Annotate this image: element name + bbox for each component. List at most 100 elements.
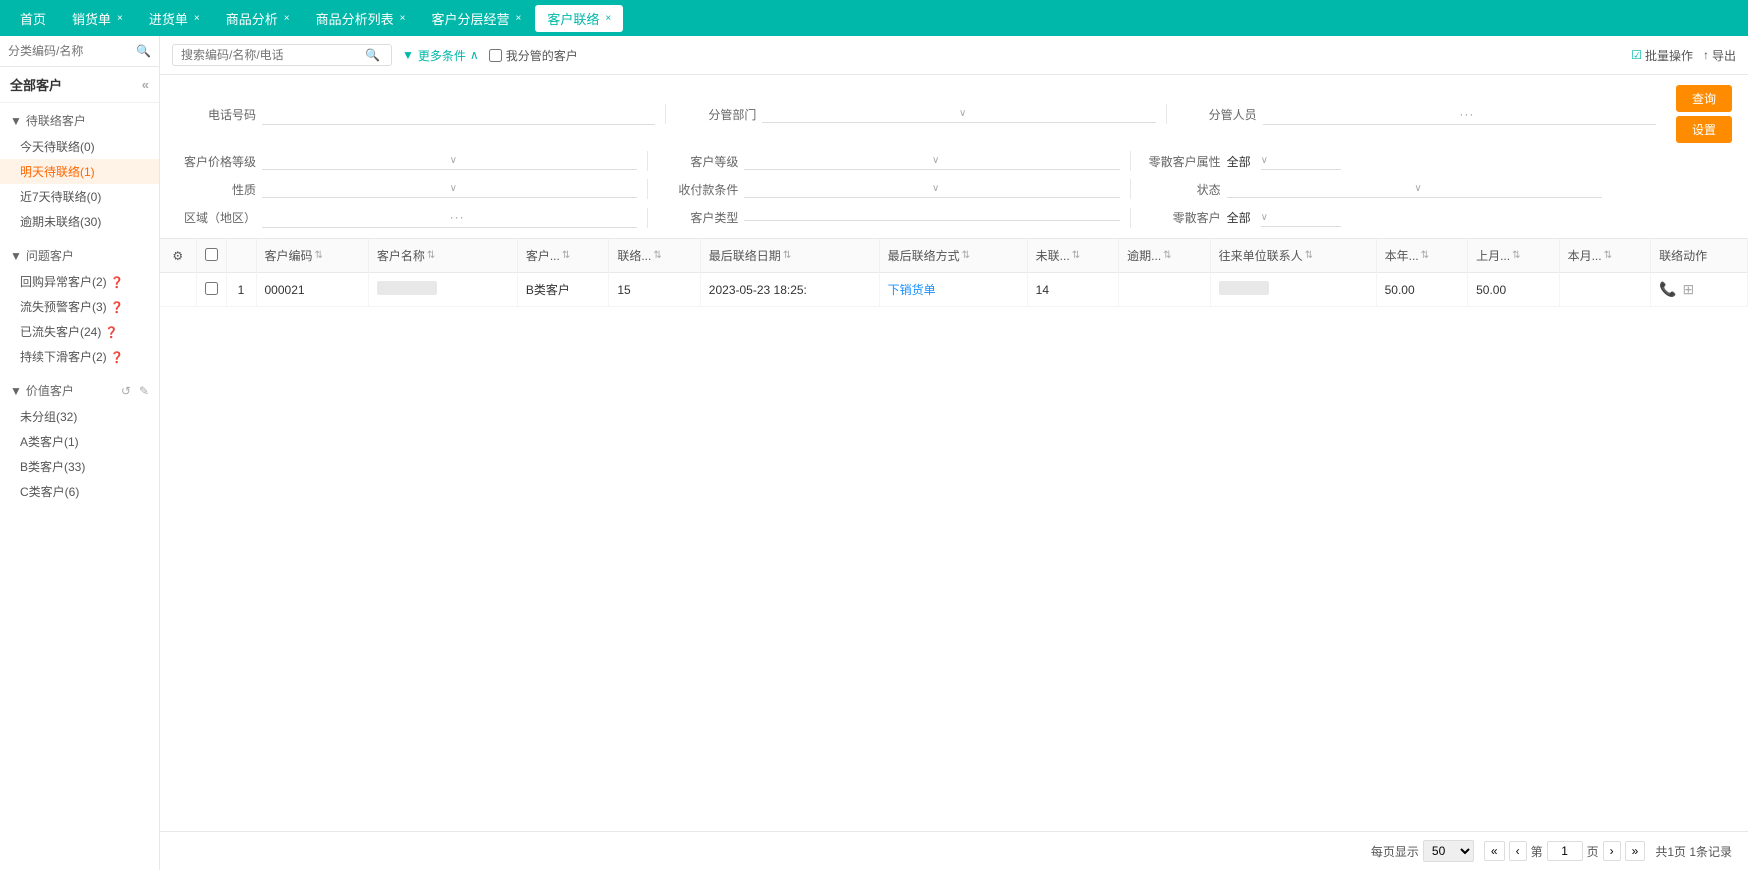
filter-payment-select[interactable]: ∨ xyxy=(744,180,1119,198)
nav-customer-contact[interactable]: 客户联络 × xyxy=(535,5,623,32)
value-refresh-icon[interactable]: ↺ xyxy=(121,384,131,398)
settings-icon[interactable]: ⚙ xyxy=(172,249,183,263)
contact-person-masked xyxy=(1219,281,1269,295)
sidebar-section-value-title[interactable]: ▼ 价值客户 ↺ ✎ xyxy=(0,377,159,404)
filter-retail-customer-value: 全部 xyxy=(1227,209,1251,226)
grid-icon[interactable]: ⊞ xyxy=(1683,281,1695,298)
filter-dept-label: 分管部门 xyxy=(676,106,756,123)
sidebar-item-overdue[interactable]: 逾期未联络(30) xyxy=(0,209,159,234)
cell-contact-person xyxy=(1210,273,1376,307)
col-ty-sort-icon: ⇅ xyxy=(1421,250,1429,261)
per-page-select[interactable]: 20 50 100 xyxy=(1423,840,1474,862)
page-input[interactable] xyxy=(1547,841,1583,861)
col-overdue[interactable]: 逾期... ⇅ xyxy=(1119,239,1210,273)
col-this-month[interactable]: 本月... ⇅ xyxy=(1559,239,1650,273)
filter-retail-attr-select[interactable]: ∨ xyxy=(1261,152,1341,170)
col-contact-person[interactable]: 往来单位联系人 ⇅ xyxy=(1210,239,1376,273)
cell-code: 000021 xyxy=(256,273,368,307)
nav-analysis-list-close[interactable]: × xyxy=(400,13,406,24)
prev-page-btn[interactable]: ‹ xyxy=(1509,841,1527,861)
export-btn[interactable]: ↑ 导出 xyxy=(1703,47,1736,64)
col-cp-sort-icon: ⇅ xyxy=(1305,250,1313,261)
nav-sales-close[interactable]: × xyxy=(117,13,123,24)
filter-phone-input[interactable] xyxy=(262,104,655,125)
sidebar-collapse-icon[interactable]: « xyxy=(142,77,149,92)
filter-more-btn[interactable]: ▼ 更多条件 ∧ xyxy=(402,47,479,64)
sidebar-search-input[interactable] xyxy=(8,44,132,58)
sidebar-all-customers[interactable]: 全部客户 « xyxy=(0,67,159,103)
sidebar-section-problem-title[interactable]: ▼ 问题客户 xyxy=(0,242,159,269)
cell-contact: 15 xyxy=(609,273,700,307)
sidebar-section-pending-title[interactable]: ▼ 待联络客户 xyxy=(0,107,159,134)
col-unreached[interactable]: 未联... ⇅ xyxy=(1027,239,1118,273)
search-input[interactable] xyxy=(181,48,361,62)
nav-analysis[interactable]: 商品分析 × xyxy=(214,5,302,32)
search-icon[interactable]: 🔍 xyxy=(365,48,380,62)
lost-help-icon[interactable]: ❓ xyxy=(110,302,124,314)
query-button[interactable]: 查询 xyxy=(1676,85,1732,112)
filter-customer-type-select[interactable] xyxy=(744,214,1119,221)
sidebar-search-icon[interactable]: 🔍 xyxy=(136,44,151,58)
nav-customer-segment-close[interactable]: × xyxy=(515,13,521,24)
filter-customer-level-select[interactable]: ∨ xyxy=(744,152,1119,170)
last-contact-method-link[interactable]: 下销货单 xyxy=(888,283,936,297)
nav-customer-contact-close[interactable]: × xyxy=(605,13,611,24)
sidebar-item-declining[interactable]: 持续下滑客户(2) ❓ xyxy=(0,344,159,369)
setting-button[interactable]: 设置 xyxy=(1676,116,1732,143)
cell-settings xyxy=(160,273,196,307)
filter-retail-attr-label: 零散客户属性 xyxy=(1141,153,1221,170)
col-last-contact-date[interactable]: 最后联络日期 ⇅ xyxy=(700,239,879,273)
row-checkbox[interactable] xyxy=(205,282,218,295)
nav-purchase-close[interactable]: × xyxy=(194,13,200,24)
my-customers-checkbox[interactable] xyxy=(489,49,502,62)
my-customers-checkbox-label[interactable]: 我分管的客户 xyxy=(489,47,578,64)
filter-status-select[interactable]: ∨ xyxy=(1227,180,1602,198)
nav-customer-segment[interactable]: 客户分层经营 × xyxy=(419,5,533,32)
nav-home[interactable]: 首页 xyxy=(8,5,58,32)
nav-analysis-list[interactable]: 商品分析列表 × xyxy=(304,5,418,32)
repurchase-help-icon[interactable]: ❓ xyxy=(110,277,124,289)
first-page-btn[interactable]: « xyxy=(1484,841,1505,861)
filter-manager-select[interactable]: ··· xyxy=(1263,104,1656,125)
col-name[interactable]: 客户名称 ⇅ xyxy=(368,239,517,273)
sidebar-item-week[interactable]: 近7天待联络(0) xyxy=(0,184,159,209)
col-code[interactable]: 客户编码 ⇅ xyxy=(256,239,368,273)
filter-region-select[interactable]: ··· xyxy=(262,207,637,228)
nav-analysis-close[interactable]: × xyxy=(284,13,290,24)
col-lm-sort-icon: ⇅ xyxy=(1512,250,1520,261)
last-page-btn[interactable]: » xyxy=(1625,841,1646,861)
sidebar-item-class-c[interactable]: C类客户(6) xyxy=(0,479,159,504)
declining-help-icon[interactable]: ❓ xyxy=(110,352,124,364)
sidebar-item-lost[interactable]: 流失预警客户(3) ❓ xyxy=(0,294,159,319)
next-page-btn[interactable]: › xyxy=(1603,841,1621,861)
sidebar-item-tomorrow[interactable]: 明天待联络(1) xyxy=(0,159,159,184)
col-contact[interactable]: 联络... ⇅ xyxy=(609,239,700,273)
col-last-month[interactable]: 上月... ⇅ xyxy=(1468,239,1559,273)
sidebar-item-today[interactable]: 今天待联络(0) xyxy=(0,134,159,159)
select-all-checkbox[interactable] xyxy=(205,248,218,261)
sidebar-item-churned[interactable]: 已流失客户(24) ❓ xyxy=(0,319,159,344)
sidebar-item-class-b[interactable]: B类客户(33) xyxy=(0,454,159,479)
sidebar-item-unclassified[interactable]: 未分组(32) xyxy=(0,404,159,429)
nav-sales[interactable]: 销货单 × xyxy=(60,5,135,32)
call-icon[interactable]: 📞 xyxy=(1659,281,1676,298)
batch-operation-btn[interactable]: ☑ 批量操作 xyxy=(1631,47,1693,64)
col-type[interactable]: 客户... ⇅ xyxy=(517,239,608,273)
col-settings[interactable]: ⚙ xyxy=(160,239,196,273)
filter-price-level-select[interactable]: ∨ xyxy=(262,152,637,170)
sidebar-item-repurchase[interactable]: 回购异常客户(2) ❓ xyxy=(0,269,159,294)
value-edit-icon[interactable]: ✎ xyxy=(139,384,149,398)
top-actions: ☑ 批量操作 ↑ 导出 xyxy=(1631,47,1736,64)
col-last-contact-method[interactable]: 最后联络方式 ⇅ xyxy=(879,239,1027,273)
sidebar-section-pending: ▼ 待联络客户 今天待联络(0) 明天待联络(1) 近7天待联络(0) 逾期未联… xyxy=(0,103,159,238)
cell-this-year: 50.00 xyxy=(1376,273,1467,307)
sidebar-item-class-a[interactable]: A类客户(1) xyxy=(0,429,159,454)
nav-purchase[interactable]: 进货单 × xyxy=(137,5,212,32)
filter-retail-customer-select[interactable]: ∨ xyxy=(1261,209,1341,227)
filter-nature-select[interactable]: ∨ xyxy=(262,180,637,198)
col-this-year[interactable]: 本年... ⇅ xyxy=(1376,239,1467,273)
churned-help-icon[interactable]: ❓ xyxy=(105,327,119,339)
filter-panel: 电话号码 分管部门 ∨ 分管人员 ··· xyxy=(160,75,1748,239)
filter-region-dots: ··· xyxy=(450,210,638,224)
filter-dept-select[interactable]: ∨ xyxy=(762,105,1155,123)
